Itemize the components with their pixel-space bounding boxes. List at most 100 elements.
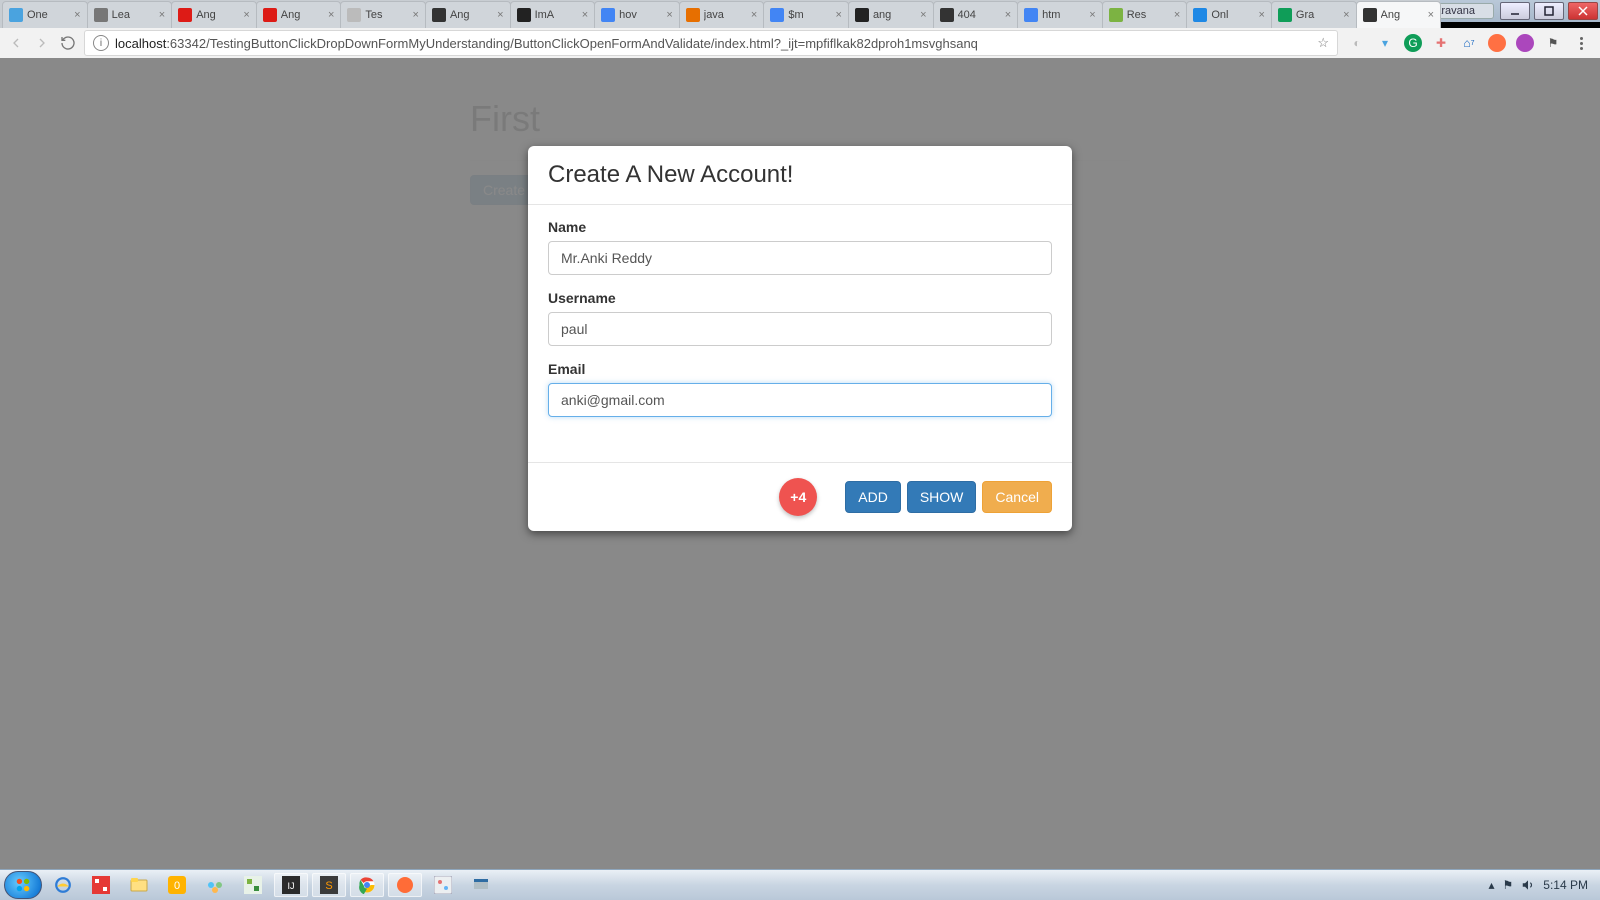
tab-favicon-icon bbox=[1109, 8, 1123, 22]
tab-close-icon[interactable]: × bbox=[920, 9, 926, 21]
tab-favicon-icon bbox=[263, 8, 277, 22]
browser-menu-button[interactable] bbox=[1572, 34, 1590, 52]
tab-close-icon[interactable]: × bbox=[74, 9, 80, 21]
email-input[interactable] bbox=[548, 383, 1052, 417]
extension-icon[interactable]: ⚑ bbox=[1544, 34, 1562, 52]
browser-tab[interactable]: Onl× bbox=[1186, 1, 1272, 28]
browser-tab[interactable]: Lea× bbox=[87, 1, 173, 28]
back-button[interactable] bbox=[6, 33, 26, 53]
window-minimize-button[interactable] bbox=[1500, 2, 1530, 20]
taskbar-explorer-icon[interactable] bbox=[122, 873, 156, 897]
extension-icon[interactable] bbox=[1488, 34, 1506, 52]
tray-show-hidden-icon[interactable]: ▴ bbox=[1489, 878, 1495, 892]
extension-icon[interactable] bbox=[1516, 34, 1534, 52]
tray-volume-icon[interactable] bbox=[1521, 878, 1535, 892]
reload-button[interactable] bbox=[58, 33, 78, 53]
taskbar-app-icon[interactable] bbox=[464, 873, 498, 897]
modal-title: Create A New Account! bbox=[548, 161, 1052, 189]
tab-close-icon[interactable]: × bbox=[582, 9, 588, 21]
extension-icon[interactable]: ⌂7 bbox=[1460, 34, 1478, 52]
extension-icon[interactable]: ▾ bbox=[1376, 34, 1394, 52]
taskbar-ie-icon[interactable] bbox=[46, 873, 80, 897]
svg-text:S: S bbox=[325, 880, 332, 892]
browser-tab[interactable]: htm× bbox=[1017, 1, 1103, 28]
browser-tab[interactable]: java× bbox=[679, 1, 765, 28]
tab-close-icon[interactable]: × bbox=[751, 9, 757, 21]
username-input[interactable] bbox=[548, 312, 1052, 346]
tab-title: Res bbox=[1127, 9, 1170, 21]
extension-icon[interactable]: ✚ bbox=[1432, 34, 1450, 52]
browser-tab[interactable]: Ang × bbox=[171, 1, 257, 28]
tab-close-icon[interactable]: × bbox=[1005, 9, 1011, 21]
tab-favicon-icon bbox=[94, 8, 108, 22]
name-label: Name bbox=[548, 219, 1052, 235]
tab-close-icon[interactable]: × bbox=[1089, 9, 1095, 21]
tab-close-icon[interactable]: × bbox=[1343, 9, 1349, 21]
page-viewport: First Create A Create A New Account! Nam… bbox=[0, 58, 1600, 870]
tab-close-icon[interactable]: × bbox=[1174, 9, 1180, 21]
tab-close-icon[interactable]: × bbox=[328, 9, 334, 21]
count-badge[interactable]: +4 bbox=[779, 478, 817, 516]
extension-icon[interactable]: ◐ bbox=[1348, 34, 1366, 52]
tab-title: ang bbox=[873, 9, 916, 21]
tab-title: ImA bbox=[535, 9, 578, 21]
taskbar-intellij-icon[interactable]: IJ bbox=[274, 873, 308, 897]
browser-tab[interactable]: Ang × bbox=[425, 1, 511, 28]
tab-favicon-icon bbox=[1363, 8, 1377, 22]
tab-title: 404 bbox=[958, 9, 1001, 21]
tray-clock[interactable]: 5:14 PM bbox=[1543, 878, 1588, 892]
taskbar-app-icon[interactable] bbox=[426, 873, 460, 897]
window-close-button[interactable] bbox=[1568, 2, 1598, 20]
tray-action-center-icon[interactable]: ⚑ bbox=[1503, 878, 1514, 892]
cancel-button[interactable]: Cancel bbox=[982, 481, 1052, 513]
browser-tab[interactable]: 404 × bbox=[933, 1, 1019, 28]
browser-tab[interactable]: $m× bbox=[763, 1, 849, 28]
browser-tab[interactable]: Ang× bbox=[1356, 1, 1442, 28]
name-input[interactable] bbox=[548, 241, 1052, 275]
tab-favicon-icon bbox=[855, 8, 869, 22]
tab-favicon-icon bbox=[347, 8, 361, 22]
browser-tab[interactable]: Gra× bbox=[1271, 1, 1357, 28]
tab-title: Ang bbox=[281, 9, 324, 21]
taskbar-app-icon[interactable] bbox=[236, 873, 270, 897]
tab-close-icon[interactable]: × bbox=[666, 9, 672, 21]
tab-close-icon[interactable]: × bbox=[1258, 9, 1264, 21]
browser-tab[interactable]: hov× bbox=[594, 1, 680, 28]
tab-close-icon[interactable]: × bbox=[413, 9, 419, 21]
tab-favicon-icon bbox=[601, 8, 615, 22]
tab-favicon-icon bbox=[1024, 8, 1038, 22]
browser-tab[interactable]: Ang × bbox=[256, 1, 342, 28]
taskbar-sublime-icon[interactable]: S bbox=[312, 873, 346, 897]
tab-close-icon[interactable]: × bbox=[243, 9, 249, 21]
email-label: Email bbox=[548, 361, 1052, 377]
browser-tab[interactable]: Res × bbox=[1102, 1, 1188, 28]
taskbar-chrome-icon[interactable] bbox=[350, 873, 384, 897]
taskbar-postman-icon[interactable] bbox=[388, 873, 422, 897]
show-button[interactable]: SHOW bbox=[907, 481, 977, 513]
browser-tab[interactable]: ang × bbox=[848, 1, 934, 28]
svg-text:IJ: IJ bbox=[287, 881, 294, 891]
tab-title: Ang bbox=[450, 9, 493, 21]
extension-icon[interactable]: G bbox=[1404, 34, 1422, 52]
site-info-icon[interactable]: i bbox=[93, 35, 109, 51]
start-button[interactable] bbox=[4, 871, 42, 899]
tab-close-icon[interactable]: × bbox=[159, 9, 165, 21]
tab-close-icon[interactable]: × bbox=[497, 9, 503, 21]
tab-title: Ang bbox=[196, 9, 239, 21]
browser-tab[interactable]: Tes× bbox=[340, 1, 426, 28]
taskbar-app-icon[interactable] bbox=[198, 873, 232, 897]
address-bar[interactable]: i localhost:63342/TestingButtonClickDrop… bbox=[84, 30, 1338, 56]
create-account-modal: Create A New Account! Name Username Emai… bbox=[528, 146, 1072, 531]
taskbar-app-icon[interactable] bbox=[84, 873, 118, 897]
add-button[interactable]: ADD bbox=[845, 481, 901, 513]
forward-button[interactable] bbox=[32, 33, 52, 53]
windows-taskbar: 0 IJ S ▴ ⚑ 5:14 PM bbox=[0, 869, 1600, 900]
system-tray[interactable]: ▴ ⚑ 5:14 PM bbox=[1489, 878, 1597, 892]
browser-tab[interactable]: ImA × bbox=[510, 1, 596, 28]
taskbar-app-icon[interactable]: 0 bbox=[160, 873, 194, 897]
tab-close-icon[interactable]: × bbox=[1428, 9, 1434, 21]
bookmark-star-icon[interactable]: ☆ bbox=[1317, 35, 1329, 51]
tab-close-icon[interactable]: × bbox=[836, 9, 842, 21]
window-maximize-button[interactable] bbox=[1534, 2, 1564, 20]
browser-tab[interactable]: One× bbox=[2, 1, 88, 28]
